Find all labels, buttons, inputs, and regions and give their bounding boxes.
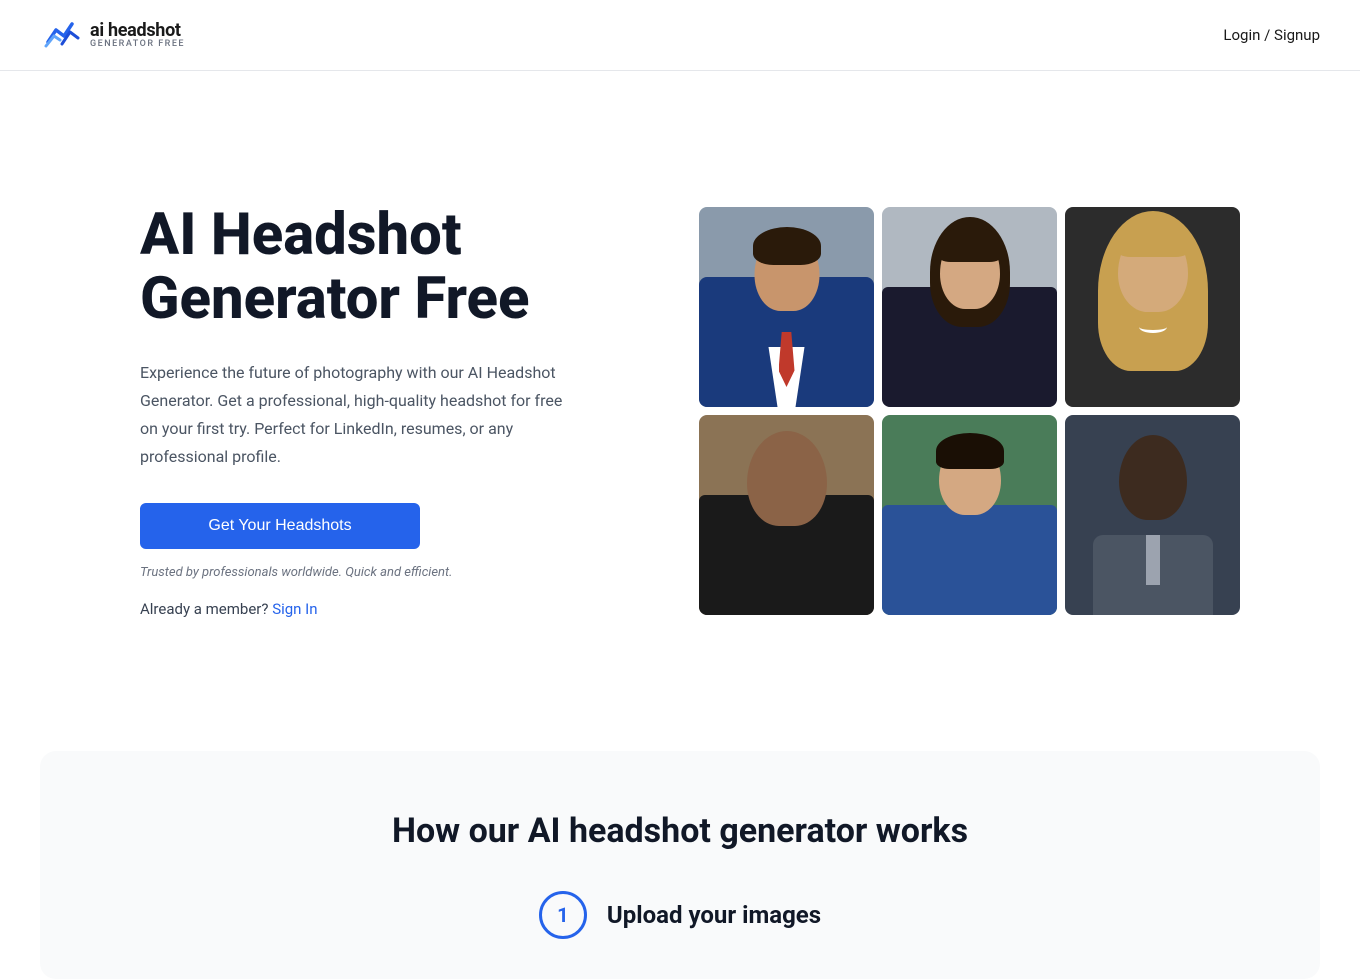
step-1-label: Upload your images [607, 901, 821, 929]
navbar: ai headshot GENERATOR FREE Login / Signu… [0, 0, 1360, 71]
hair-5 [936, 433, 1004, 469]
headshot-grid [699, 207, 1240, 615]
how-it-works-container: How our AI headshot generator works 1 Up… [40, 751, 1320, 979]
hair-top-3 [1115, 217, 1190, 257]
logo-brand: ai headshot [90, 22, 185, 40]
hero-description: Experience the future of photography wit… [140, 359, 580, 471]
hair-1 [753, 227, 821, 265]
logo-text: ai headshot GENERATOR FREE [90, 22, 185, 49]
headshot-1 [699, 207, 874, 407]
hero-section: AI Headshot Generator Free Experience th… [0, 71, 1360, 751]
logo-icon [40, 14, 82, 56]
hero-title: AI Headshot Generator Free [140, 204, 640, 332]
face-4 [747, 431, 827, 526]
headshot-4 [699, 415, 874, 615]
hero-left: AI Headshot Generator Free Experience th… [140, 204, 640, 619]
logo-sub: GENERATOR FREE [90, 40, 185, 49]
headshot-6 [1065, 415, 1240, 615]
already-member-text: Already a member? Sign In [140, 600, 640, 618]
sign-in-link[interactable]: Sign In [272, 600, 317, 618]
hair-top-2 [937, 227, 1002, 262]
headshot-5 [882, 415, 1057, 615]
login-signup-link[interactable]: Login / Signup [1223, 26, 1320, 44]
how-title: How our AI headshot generator works [80, 811, 1280, 851]
smile-3 [1139, 321, 1167, 333]
headshot-2 [882, 207, 1057, 407]
how-it-works-section: How our AI headshot generator works 1 Up… [0, 751, 1360, 979]
get-headshots-button[interactable]: Get Your Headshots [140, 503, 420, 549]
face-6 [1119, 435, 1187, 520]
step-1-row: 1 Upload your images [80, 891, 1280, 939]
logo[interactable]: ai headshot GENERATOR FREE [40, 14, 185, 56]
headshot-3 [1065, 207, 1240, 407]
trusted-text: Trusted by professionals worldwide. Quic… [140, 565, 640, 580]
tie-6 [1146, 535, 1160, 585]
step-1-number: 1 [539, 891, 587, 939]
